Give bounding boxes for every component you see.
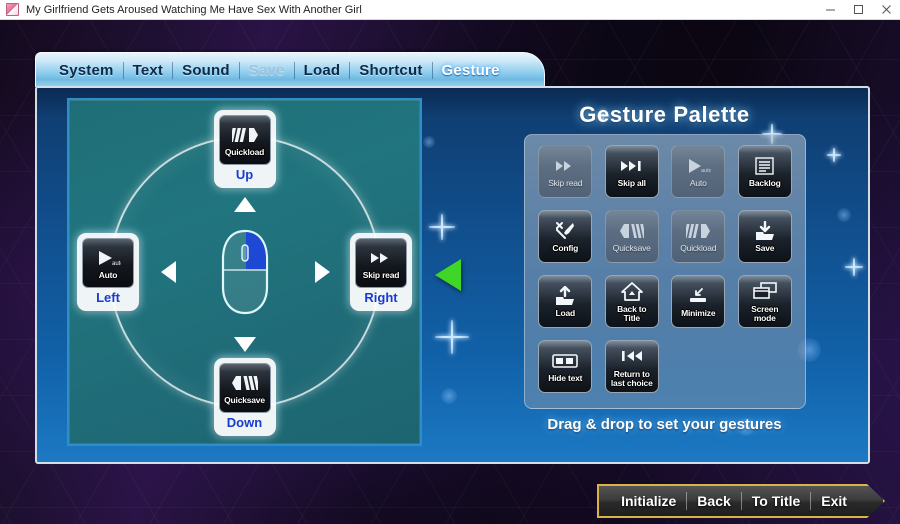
tab-text[interactable]: Text [124, 62, 173, 79]
tab-gesture[interactable]: Gesture [433, 62, 509, 79]
gesture-action-label: Auto [98, 269, 118, 280]
palette-item-quicksave[interactable]: Quicksave [604, 210, 659, 263]
exit-button[interactable]: Exit [811, 493, 857, 509]
svg-text:auto: auto [112, 261, 121, 267]
palette-item-hide-text[interactable]: Hide text [538, 340, 593, 393]
gesture-action-label: Skip read [362, 269, 400, 280]
palette-item-quickload[interactable]: Quickload [671, 210, 726, 263]
palette-item-minimize[interactable]: Minimize [671, 275, 726, 328]
config-tab-bar: System Text Sound Save Load Shortcut Ges… [35, 52, 545, 87]
window-title: My Girlfriend Gets Aroused Watching Me H… [26, 3, 362, 16]
palette-item-label: Load [555, 308, 575, 319]
backlog-icon [755, 155, 775, 176]
quicksave-glyph [231, 372, 258, 394]
gesture-direction-label: Right [364, 290, 398, 305]
palette-item-label: Hide text [548, 373, 583, 384]
tab-save: Save [248, 61, 285, 79]
palette-item-auto[interactable]: auto Auto [671, 145, 726, 198]
quicksave-icon[interactable]: Quicksave [218, 363, 271, 413]
palette-item-label: Back to Title [617, 303, 647, 323]
skip-all-icon [619, 155, 645, 176]
palette-item-save[interactable]: Save [737, 210, 792, 263]
gesture-slot-left[interactable]: auto Auto Left [77, 233, 139, 311]
to-title-button[interactable]: To Title [742, 493, 810, 509]
palette-item-screen-mode[interactable]: Screen mode [737, 275, 792, 328]
home-icon [620, 281, 643, 302]
gesture-slot-up[interactable]: Quickload Up [213, 110, 276, 188]
arrow-left-icon [161, 261, 176, 283]
palette-item-backlog[interactable]: Backlog [737, 145, 792, 198]
palette-grid: Skip read Skip all auto Auto Backlog Con… [524, 134, 806, 409]
initialize-button[interactable]: Initialize [611, 493, 686, 509]
palette-item-label: Screen mode [751, 303, 779, 323]
tab-sound[interactable]: Sound [173, 62, 239, 79]
skip-read-icon[interactable]: Skip read [355, 238, 407, 288]
skip-read-icon [553, 155, 577, 176]
palette-item-label: Skip all [617, 178, 646, 189]
palette-item-load[interactable]: Load [538, 275, 593, 328]
gesture-action-label: Quickload [224, 146, 265, 157]
palette-item-label: Save [755, 243, 775, 254]
app-icon [6, 3, 19, 16]
command-bar: Initialize Back To Title Exit [597, 484, 885, 518]
minimize-window-button[interactable] [816, 0, 844, 20]
window-titlebar: My Girlfriend Gets Aroused Watching Me H… [0, 0, 900, 20]
minimize-icon [687, 285, 709, 306]
palette-item-label: Skip read [548, 178, 583, 189]
palette-title: Gesture Palette [579, 102, 750, 127]
palette-item-back-to-title[interactable]: Back to Title [604, 275, 659, 328]
config-body: Quickload Up auto Auto [35, 86, 870, 464]
palette-item-config[interactable]: Config [538, 210, 593, 263]
gesture-palette-area: Gesture Palette Skip read Skip all auto … [467, 94, 862, 454]
palette-item-label: Auto [689, 178, 707, 189]
auto-icon: auto [685, 155, 711, 176]
palette-item-label: Quickload [680, 243, 717, 254]
palette-item-label: Return to last choice [610, 368, 653, 388]
mouse-icon [217, 229, 273, 315]
arrow-right-icon [315, 261, 330, 283]
tab-system[interactable]: System [50, 62, 123, 79]
screen-mode-icon [752, 281, 777, 302]
arrow-down-icon [233, 337, 256, 352]
quickload-icon[interactable]: Quickload [218, 115, 271, 165]
hide-text-icon [552, 350, 579, 371]
gesture-direction-label: Up [235, 167, 254, 182]
save-icon [754, 220, 776, 241]
load-icon [554, 285, 576, 306]
app-window: My Girlfriend Gets Aroused Watching Me H… [0, 0, 900, 524]
green-left-arrow-icon [435, 259, 461, 291]
gesture-direction-label: Left [96, 290, 120, 305]
palette-item-label: Config [552, 243, 579, 254]
gesture-slot-down[interactable]: Quicksave Down [213, 358, 276, 436]
auto-glyph: auto [95, 247, 121, 269]
arrow-up-icon [233, 197, 256, 212]
palette-item-label: Minimize [681, 308, 716, 319]
gesture-action-label: Quicksave [224, 394, 265, 405]
rewind-icon [619, 346, 645, 367]
tab-load[interactable]: Load [295, 62, 350, 79]
skip-read-glyph [368, 247, 394, 269]
tab-shortcut[interactable]: Shortcut [350, 62, 431, 79]
maximize-window-button[interactable] [844, 0, 872, 20]
palette-item-skip-all[interactable]: Skip all [604, 145, 659, 198]
back-button[interactable]: Back [687, 493, 740, 509]
close-window-button[interactable] [872, 0, 900, 20]
gesture-slot-right[interactable]: Skip read Right [350, 233, 412, 311]
palette-item-return-to-last-choice[interactable]: Return to last choice [604, 340, 659, 393]
window-controls [816, 0, 900, 20]
quickload-icon [686, 220, 711, 241]
palette-item-label: Backlog [748, 178, 781, 189]
quickload-glyph [231, 124, 258, 146]
auto-icon[interactable]: auto Auto [82, 238, 134, 288]
palette-item-skip-read[interactable]: Skip read [538, 145, 593, 198]
svg-text:auto: auto [701, 168, 711, 174]
config-window: System Text Sound Save Load Shortcut Ges… [35, 52, 870, 464]
gesture-wheel-panel: Quickload Up auto Auto [67, 98, 422, 446]
gesture-direction-label: Down [226, 415, 263, 430]
command-bar-items: Initialize Back To Title Exit [597, 484, 885, 518]
quicksave-icon [619, 220, 644, 241]
config-icon [554, 220, 576, 241]
palette-hint: Drag & drop to set your gestures [547, 416, 782, 433]
palette-item-label: Quicksave [612, 243, 651, 254]
